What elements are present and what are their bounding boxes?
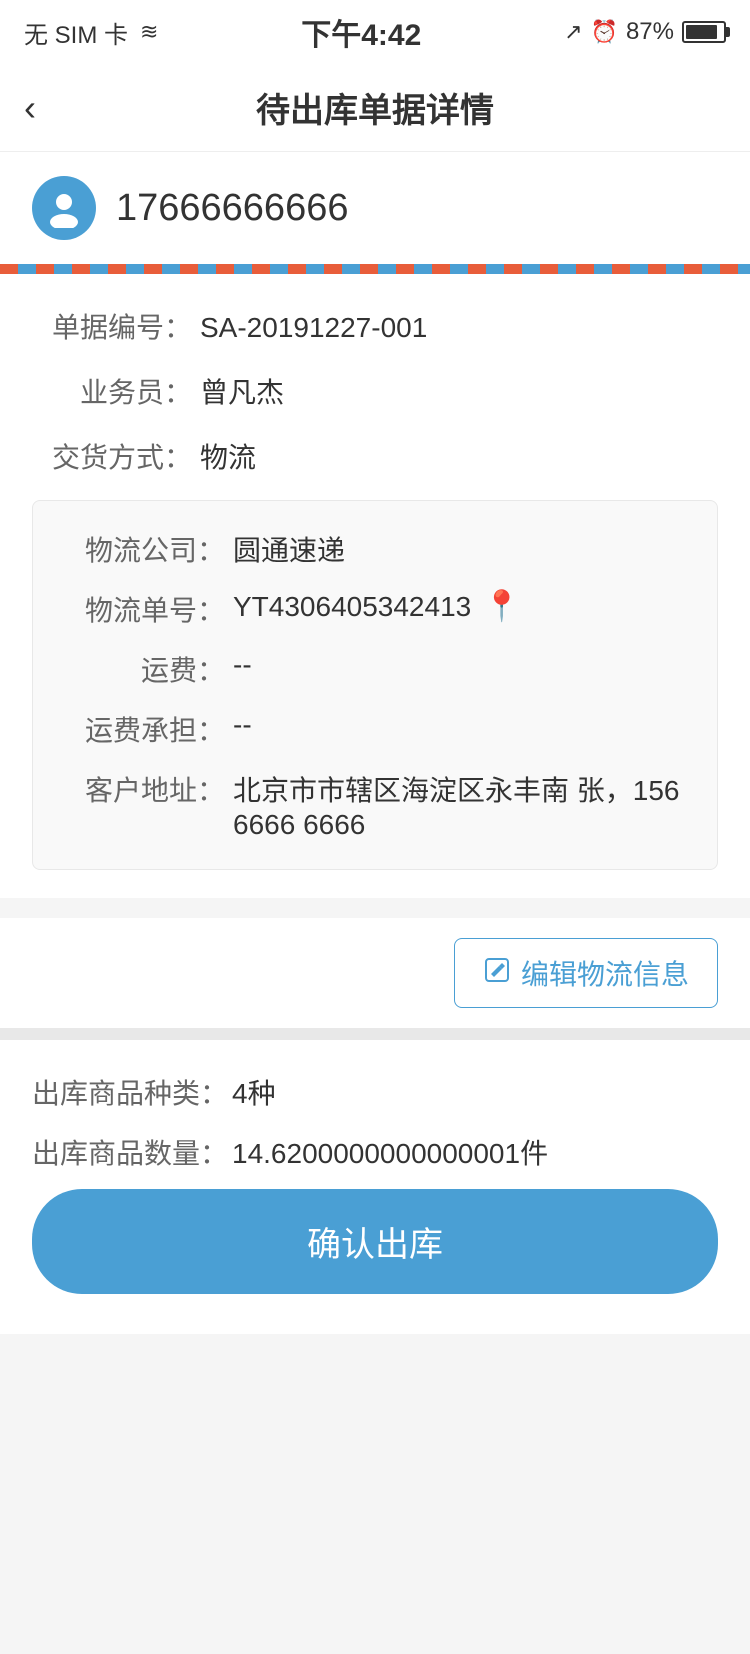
- dashed-divider: [0, 264, 750, 274]
- section-separator: [0, 1028, 750, 1040]
- document-number-label: 单据编号：: [32, 306, 192, 351]
- status-right: ↗ ⏰ 87%: [564, 18, 726, 46]
- battery-label: 87%: [626, 18, 674, 46]
- customer-address-row: 客户地址： 北京市市辖区海淀区永丰南 张，156 6666 6666: [65, 769, 685, 841]
- confirm-btn-wrapper: 确认出库: [0, 1169, 750, 1334]
- avatar: [32, 176, 96, 240]
- logistics-company-value: 圆通速递: [225, 529, 685, 569]
- status-time: 下午4:42: [301, 10, 421, 54]
- freight-bearer-value: --: [225, 709, 685, 741]
- salesperson-row: 业务员： 曾凡杰: [32, 371, 718, 416]
- salesperson-label: 业务员：: [32, 371, 192, 416]
- confirm-outbound-button[interactable]: 确认出库: [32, 1189, 718, 1294]
- phone-header: 17666666666: [0, 152, 750, 264]
- location-pin-icon[interactable]: 📍: [483, 589, 520, 624]
- wifi-icon: ≋: [140, 19, 158, 45]
- edit-logistics-button[interactable]: 编辑物流信息: [454, 938, 718, 1008]
- salesperson-value: 曾凡杰: [192, 371, 718, 416]
- freight-label: 运费：: [65, 649, 225, 689]
- tracking-number-value: YT43064053424​13 📍: [225, 589, 685, 624]
- document-number-row: 单据编号： SA-20191227-001: [32, 306, 718, 351]
- status-left: 无 SIM 卡 ≋: [24, 15, 158, 50]
- page-title: 待出库单据详情: [256, 83, 494, 132]
- delivery-method-label: 交货方式：: [32, 436, 192, 481]
- location-arrow-icon: ↗: [564, 19, 582, 45]
- goods-types-value: 4种: [232, 1072, 276, 1112]
- goods-quantity-value: 14.62000000000000​01件: [232, 1132, 548, 1172]
- phone-number: 17666666666: [116, 187, 348, 230]
- goods-types-label: 出库商品种类：: [32, 1072, 232, 1112]
- tracking-number-label: 物流单号：: [65, 589, 225, 629]
- logistics-card: 物流公司： 圆通速递 物流单号： YT43064053424​13 📍 运费： …: [32, 500, 718, 870]
- delivery-method-value: 物流: [192, 436, 718, 481]
- edit-logistics-label: 编辑物流信息: [521, 953, 689, 993]
- tracking-number-row: 物流单号： YT43064053424​13 📍: [65, 589, 685, 629]
- battery-icon: [682, 21, 726, 43]
- customer-address-value: 北京市市辖区海淀区永丰南 张，156 6666 6666: [225, 769, 685, 841]
- customer-address-label: 客户地址：: [65, 769, 225, 809]
- logistics-company-label: 物流公司：: [65, 529, 225, 569]
- bottom-spacer: [0, 1334, 750, 1494]
- alarm-icon: ⏰: [591, 19, 618, 45]
- edit-icon: [483, 956, 511, 991]
- goods-types-row: 出库商品种类： 4种: [32, 1072, 718, 1112]
- delivery-method-row: 交货方式： 物流: [32, 436, 718, 481]
- carrier-label: 无 SIM 卡: [24, 15, 128, 50]
- basic-info-section: 单据编号： SA-20191227-001 业务员： 曾凡杰 交货方式： 物流 …: [0, 274, 750, 898]
- freight-bearer-label: 运费承担：: [65, 709, 225, 749]
- back-button[interactable]: ‹: [24, 87, 36, 129]
- goods-quantity-row: 出库商品数量： 14.62000000000000​01件: [32, 1132, 718, 1172]
- goods-quantity-label: 出库商品数量：: [32, 1132, 232, 1172]
- freight-row: 运费： --: [65, 649, 685, 689]
- freight-value: --: [225, 649, 685, 681]
- document-number-value: SA-20191227-001: [192, 306, 718, 351]
- status-bar: 无 SIM 卡 ≋ 下午4:42 ↗ ⏰ 87%: [0, 0, 750, 64]
- freight-bearer-row: 运费承担： --: [65, 709, 685, 749]
- logistics-company-row: 物流公司： 圆通速递: [65, 529, 685, 569]
- edit-logistics-wrapper: 编辑物流信息: [0, 918, 750, 1028]
- nav-bar: ‹ 待出库单据详情: [0, 64, 750, 152]
